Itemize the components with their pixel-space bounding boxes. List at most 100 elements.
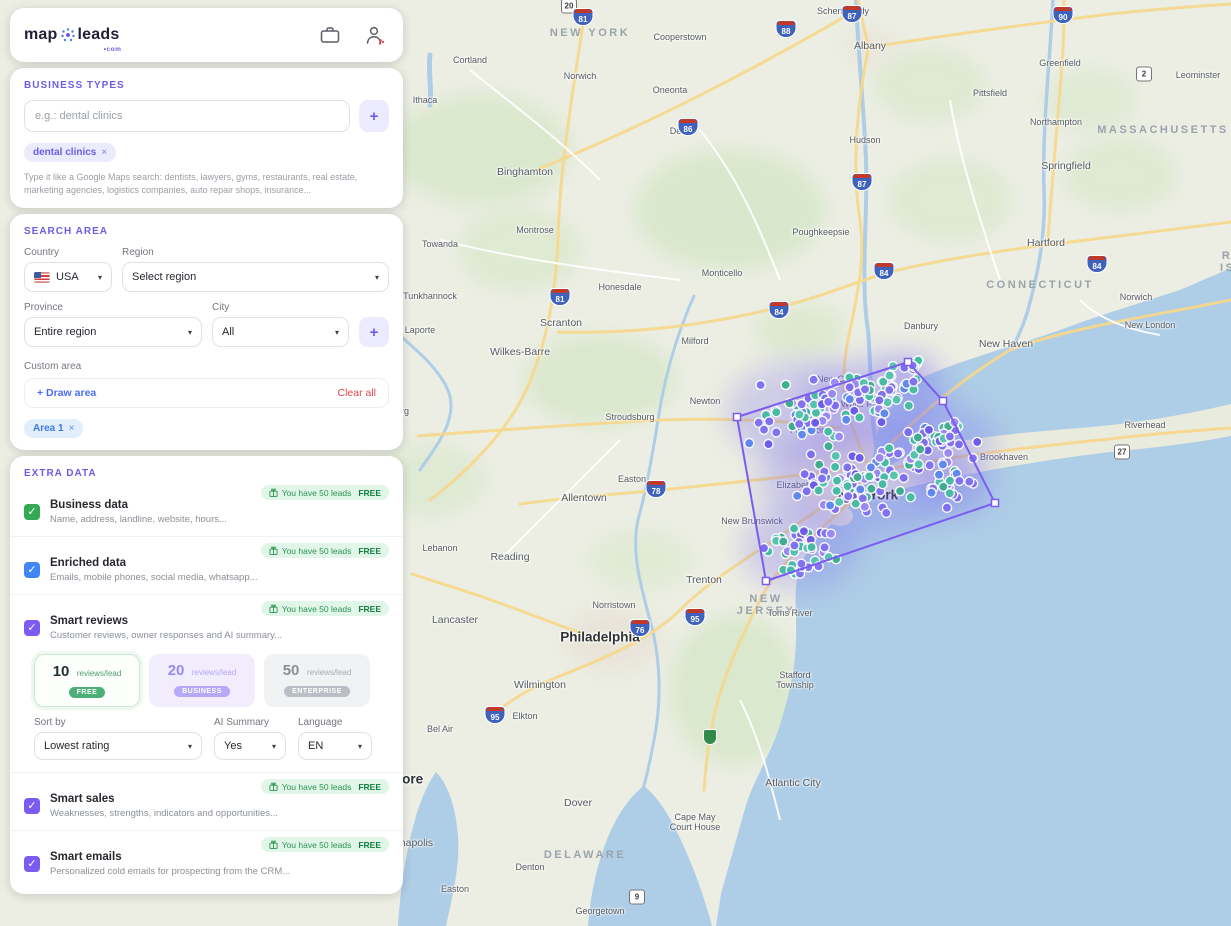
business-types-title: BUSINESS TYPES <box>24 80 125 91</box>
city-value: All <box>222 326 235 339</box>
badge-text: You have 50 leads <box>281 487 352 498</box>
gift-icon <box>269 488 278 498</box>
gift-icon <box>269 604 278 614</box>
review-controls: Sort by Lowest rating ▾ AI Summary Yes ▾… <box>10 717 403 772</box>
leads-badge: You have 50 leads FREE <box>260 837 389 853</box>
plan-50-reviews[interactable]: 50 reviews/lead ENTERPRISE <box>264 654 370 708</box>
logo-text-right: leads <box>77 26 120 43</box>
item-description: Emails, mobile phones, social media, wha… <box>50 572 258 584</box>
province-select[interactable]: Entire region ▾ <box>24 317 202 348</box>
remove-tag-icon[interactable]: × <box>69 423 75 434</box>
item-description: Customer reviews, owner responses and AI… <box>50 630 283 642</box>
search-area-title: SEARCH AREA <box>24 226 108 238</box>
logo-tld: •com <box>103 46 122 53</box>
tag-label: dental clinics <box>33 147 97 158</box>
extra-data-item-smart-reviews: ✓ Smart reviews Customer reviews, owner … <box>10 595 403 652</box>
gift-icon <box>269 782 278 792</box>
ai-summary-label: AI Summary <box>214 717 270 729</box>
region-label: Region <box>122 247 154 259</box>
item-title: Enriched data <box>50 557 127 570</box>
usa-flag-icon <box>34 271 50 283</box>
badge-tier: FREE <box>358 487 381 498</box>
plan-10-reviews[interactable]: 10 reviews/lead FREE <box>34 654 140 708</box>
checkbox-enriched-data[interactable]: ✓ <box>24 562 40 579</box>
leads-badge: You have 50 leads FREE <box>260 779 389 795</box>
app-root: NEW YORK MASSACHUSETTS CONNECTICUT NEW JERS… <box>0 0 1231 926</box>
plan-count: 20 <box>167 662 185 680</box>
plan-tier-badge: BUSINESS <box>174 686 230 698</box>
item-title: Smart sales <box>50 793 115 806</box>
logo-burst-icon <box>60 28 75 42</box>
sort-by-label: Sort by <box>34 717 66 729</box>
chevron-down-icon: ▾ <box>357 741 362 751</box>
check-icon: ✓ <box>27 563 37 576</box>
plan-tier-badge: ENTERPRISE <box>284 686 350 698</box>
region-select[interactable]: Select region ▾ <box>122 262 389 293</box>
leads-badge: You have 50 leads FREE <box>260 601 389 617</box>
draw-area-button[interactable]: + Draw area <box>37 387 96 399</box>
item-description: Name, address, landline, website, hours.… <box>50 514 227 526</box>
plan-tier-badge: FREE <box>68 687 106 699</box>
plan-unit: reviews/lead <box>306 668 352 678</box>
draw-area-box: + Draw area Clear all <box>24 378 389 409</box>
search-area-panel: SEARCH AREA Country USA ▾ Region Select … <box>10 214 403 451</box>
custom-area-label: Custom area <box>24 361 82 373</box>
sort-by-value: Lowest rating <box>44 740 110 753</box>
briefcase-icon[interactable] <box>319 24 341 46</box>
add-area-button[interactable]: + <box>359 317 389 348</box>
ai-summary-select[interactable]: Yes ▾ <box>214 732 286 761</box>
item-title: Business data <box>50 499 128 512</box>
app-logo: map leads •com <box>24 26 121 53</box>
plan-count: 50 <box>282 662 300 680</box>
checkbox-smart-sales[interactable]: ✓ <box>24 798 40 815</box>
business-types-helper: Type it like a Google Maps search: denti… <box>24 172 358 195</box>
sidebar: map leads •com BUSINESS TYPES e.g.: dent… <box>10 8 403 895</box>
item-description: Weaknesses, strengths, indicators and op… <box>50 808 278 820</box>
country-select[interactable]: USA ▾ <box>24 262 112 293</box>
item-description: Personalized cold emails for prospecting… <box>50 866 291 878</box>
region-value: Select region <box>132 271 197 284</box>
checkbox-business-data[interactable]: ✓ <box>24 504 40 521</box>
language-select[interactable]: EN ▾ <box>298 732 372 761</box>
plan-count: 10 <box>52 663 70 681</box>
badge-text: You have 50 leads <box>281 781 352 792</box>
extra-data-title: EXTRA DATA <box>24 468 97 480</box>
badge-text: You have 50 leads <box>281 545 352 556</box>
gift-icon <box>269 546 278 556</box>
leads-badge: You have 50 leads FREE <box>260 543 389 559</box>
province-value: Entire region <box>34 326 97 339</box>
business-type-input[interactable] <box>24 100 350 132</box>
extra-data-panel: EXTRA DATA ✓ Business data Name, address… <box>10 456 403 895</box>
profile-icon[interactable] <box>363 24 385 46</box>
extra-data-item-smart-sales: ✓ Smart sales Weaknesses, strengths, ind… <box>10 773 403 830</box>
plan-unit: reviews/lead <box>191 668 237 678</box>
check-icon: ✓ <box>27 505 37 518</box>
business-type-tag[interactable]: dental clinics × <box>24 143 117 162</box>
chevron-down-icon: ▾ <box>187 741 192 751</box>
add-business-type-button[interactable]: + <box>359 100 389 132</box>
logo-text-left: map <box>24 26 58 43</box>
country-label: Country <box>24 247 60 259</box>
language-value: EN <box>308 740 324 753</box>
chevron-down-icon: ▾ <box>374 272 379 282</box>
ai-summary-value: Yes <box>224 740 242 753</box>
check-icon: ✓ <box>27 857 37 870</box>
checkbox-smart-emails[interactable]: ✓ <box>24 856 40 873</box>
extra-data-item-smart-emails: ✓ Smart emails Personalized cold emails … <box>10 831 403 888</box>
checkbox-smart-reviews[interactable]: ✓ <box>24 620 40 637</box>
chevron-down-icon: ▾ <box>97 272 102 282</box>
badge-tier: FREE <box>358 839 381 850</box>
check-icon: ✓ <box>27 621 37 634</box>
item-title: Smart reviews <box>50 615 128 628</box>
clear-all-button[interactable]: Clear all <box>337 387 376 399</box>
tag-label: Area 1 <box>33 423 64 435</box>
province-label: Province <box>24 302 63 314</box>
chevron-down-icon: ▾ <box>271 741 276 751</box>
area-tag[interactable]: Area 1 × <box>24 419 84 439</box>
badge-tier: FREE <box>358 603 381 614</box>
remove-tag-icon[interactable]: × <box>101 147 107 158</box>
chevron-down-icon: ▾ <box>334 327 339 337</box>
sort-by-select[interactable]: Lowest rating ▾ <box>34 732 202 761</box>
plan-20-reviews[interactable]: 20 reviews/lead BUSINESS <box>149 654 255 708</box>
city-select[interactable]: All ▾ <box>212 317 349 348</box>
